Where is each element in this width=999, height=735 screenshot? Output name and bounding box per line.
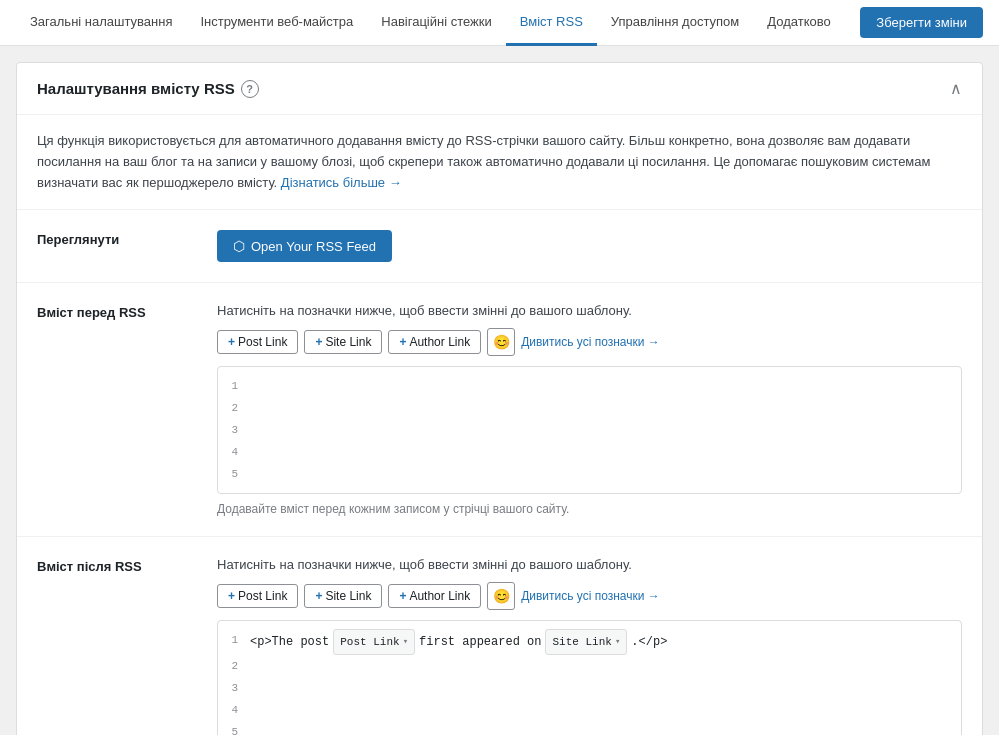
card-title-text: Налаштування вмісту RSS [37,80,235,97]
before-rss-editor[interactable]: 1 2 3 4 [217,366,962,494]
plus-icon: + [315,589,322,603]
open-rss-feed-button[interactable]: ⬡ Open Your RSS Feed [217,230,392,262]
line-number: 5 [218,463,250,485]
line-number: 2 [218,397,250,419]
after-rss-label: Вміст після RSS [37,557,197,735]
learn-more-link[interactable]: Дізнатись більше → [281,175,402,190]
before-site-link-tag[interactable]: + Site Link [304,330,382,354]
nav-item-general[interactable]: Загальні налаштування [16,0,186,46]
before-rss-section: Вміст перед RSS Натисніть на позначки ни… [17,283,982,537]
after-post-link-tag[interactable]: + Post Link [217,584,298,608]
after-emoji-button[interactable]: 😊 [487,582,515,610]
code-line: 4 [218,441,961,463]
before-view-all-link[interactable]: Дивитись усі позначки → [521,335,660,349]
pill-label: Site Link [552,631,611,653]
preview-label: Переглянути [37,230,197,262]
code-line: 3 [218,677,961,699]
help-icon[interactable]: ? [241,80,259,98]
code-line: 2 [218,655,961,677]
line-content: <p>The post Post Link ▾ first appeared o… [250,629,961,655]
site-link-pill[interactable]: Site Link ▾ [545,629,627,655]
post-link-label: Post Link [238,335,287,349]
after-site-link-tag[interactable]: + Site Link [304,584,382,608]
code-line: 5 [218,463,961,485]
code-line: 3 [218,419,961,441]
card-description: Ця функція використовується для автомати… [17,115,982,210]
plus-icon: + [228,335,235,349]
plus-icon: + [399,335,406,349]
code-line: 4 [218,699,961,721]
before-rss-content: Натисніть на позначки нижче, щоб ввести … [217,303,962,516]
line-middle: first appeared on [419,631,541,653]
preview-section: Переглянути ⬡ Open Your RSS Feed [17,210,982,283]
before-rss-code-lines: 1 2 3 4 [218,367,961,493]
before-rss-helper: Додавайте вміст перед кожним записом у с… [217,502,962,516]
after-rss-code-lines: 1 <p>The post Post Link ▾ first appeared… [218,621,961,735]
code-line: 5 [218,721,961,735]
nav-item-breadcrumbs[interactable]: Навігаційні стежки [367,0,505,46]
top-navigation: Загальні налаштування Інструменти веб-ма… [0,0,999,46]
open-rss-button-label: Open Your RSS Feed [251,239,376,254]
code-line: 1 <p>The post Post Link ▾ first appeared… [218,629,961,655]
external-link-icon: ⬡ [233,238,245,254]
line-number: 3 [218,419,250,441]
after-author-link-tag[interactable]: + Author Link [388,584,481,608]
after-rss-editor[interactable]: 1 <p>The post Post Link ▾ first appeared… [217,620,962,735]
line-prefix: <p>The post [250,631,329,653]
nav-item-rss[interactable]: Вміст RSS [506,0,597,46]
line-suffix: .</p> [631,631,667,653]
site-link-label: Site Link [325,589,371,603]
line-number: 4 [218,699,250,721]
collapse-icon[interactable]: ∧ [950,79,962,98]
before-post-link-tag[interactable]: + Post Link [217,330,298,354]
after-view-all-link[interactable]: Дивитись усі позначки → [521,589,660,603]
nav-item-access[interactable]: Управління доступом [597,0,753,46]
after-rss-content: Натисніть на позначки нижче, щоб ввести … [217,557,962,735]
plus-icon: + [399,589,406,603]
before-rss-instruction: Натисніть на позначки нижче, щоб ввести … [217,303,962,318]
before-author-link-tag[interactable]: + Author Link [388,330,481,354]
after-rss-section: Вміст після RSS Натисніть на позначки ни… [17,537,982,735]
line-number: 3 [218,677,250,699]
author-link-label: Author Link [409,335,470,349]
post-link-pill[interactable]: Post Link ▾ [333,629,415,655]
plus-icon: + [315,335,322,349]
nav-item-webmaster[interactable]: Інструменти веб-майстра [186,0,367,46]
line-number: 1 [218,629,250,651]
after-rss-tag-row: + Post Link + Site Link + Author Link 😊 … [217,582,962,610]
line-number: 2 [218,655,250,677]
card-header: Налаштування вмісту RSS ? ∧ [17,63,982,115]
preview-content: ⬡ Open Your RSS Feed [217,230,962,262]
before-rss-label: Вміст перед RSS [37,303,197,516]
pill-label: Post Link [340,631,399,653]
line-number: 4 [218,441,250,463]
nav-item-additional[interactable]: Додатково [753,0,844,46]
post-link-label: Post Link [238,589,287,603]
author-link-label: Author Link [409,589,470,603]
code-line: 1 [218,375,961,397]
code-line: 2 [218,397,961,419]
plus-icon: + [228,589,235,603]
before-rss-tag-row: + Post Link + Site Link + Author Link 😊 … [217,328,962,356]
save-button[interactable]: Зберегти зміни [860,7,983,38]
card-title: Налаштування вмісту RSS ? [37,80,259,98]
rss-settings-card: Налаштування вмісту RSS ? ∧ Ця функція в… [16,62,983,735]
description-text: Ця функція використовується для автомати… [37,133,930,190]
after-rss-instruction: Натисніть на позначки нижче, щоб ввести … [217,557,962,572]
line-number: 5 [218,721,250,735]
line-number: 1 [218,375,250,397]
main-content: Налаштування вмісту RSS ? ∧ Ця функція в… [0,46,999,735]
before-emoji-button[interactable]: 😊 [487,328,515,356]
chevron-down-icon: ▾ [403,631,408,653]
site-link-label: Site Link [325,335,371,349]
chevron-down-icon: ▾ [615,631,620,653]
